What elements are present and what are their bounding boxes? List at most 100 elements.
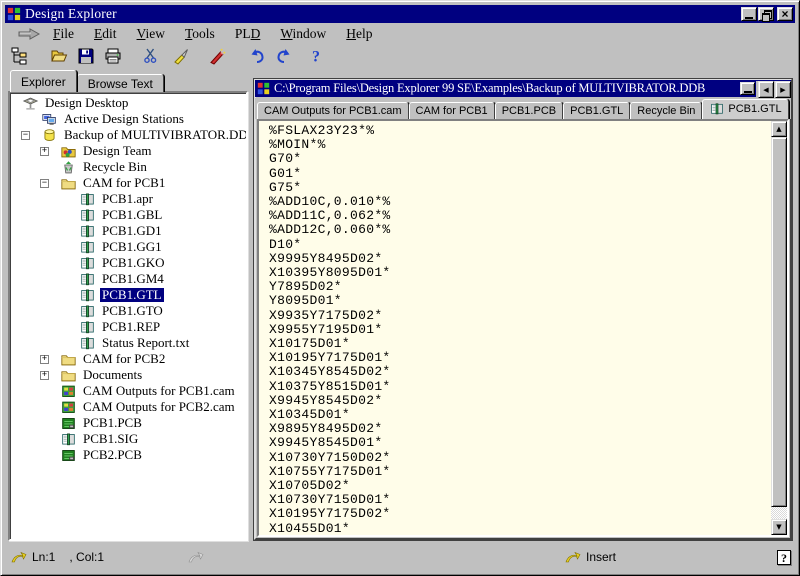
status-bar: Ln:1 , Col:1 Insert ? xyxy=(5,547,795,570)
gerber-line: X10455D01* xyxy=(269,522,771,535)
menu-edit[interactable]: Edit xyxy=(84,25,127,42)
tree-item-pcb1-sig[interactable]: PCB1.SIG xyxy=(10,431,246,447)
gerber-line: X10730Y7150D01* xyxy=(269,493,771,507)
tree-item-status-report-txt[interactable]: Status Report.txt xyxy=(10,335,246,351)
doc-tab-pcb1-gtl[interactable]: PCB1.GTL xyxy=(563,102,630,119)
expand-icon[interactable]: + xyxy=(40,147,49,156)
minimize-button[interactable] xyxy=(741,7,757,21)
text-editor[interactable]: %FSLAX23Y23*%%MOIN*%G70*G01*G75*%ADD10C,… xyxy=(257,119,789,537)
expand-icon[interactable]: + xyxy=(40,371,49,380)
gerber-line: X10175D01* xyxy=(269,337,771,351)
insert-arrow-icon xyxy=(565,550,581,564)
explorer-toggle-button[interactable] xyxy=(7,44,31,68)
tree-item-label: PCB1.apr xyxy=(100,192,155,206)
gerber-line: X10375Y8515D01* xyxy=(269,380,771,394)
menu-view[interactable]: View xyxy=(127,25,175,42)
tree-item-cam-outputs-for-pcb1-cam[interactable]: CAM Outputs for PCB1.cam xyxy=(10,383,246,399)
doc-tab-cam-for-pcb1[interactable]: CAM for PCB1 xyxy=(409,102,495,119)
tab-scroll-left-button[interactable]: ◀ xyxy=(758,81,774,98)
doc-tab-pcb1-gtl-active[interactable]: PCB1.GTL xyxy=(702,99,788,119)
status-help-icon[interactable]: ? xyxy=(777,550,791,565)
open-icon xyxy=(50,47,68,65)
book-icon xyxy=(79,320,96,335)
tree-item-pcb1-gd1[interactable]: PCB1.GD1 xyxy=(10,223,246,239)
doc-tab-recycle-bin[interactable]: Recycle Bin xyxy=(630,102,702,119)
tree-item-pcb1-gko[interactable]: PCB1.GKO xyxy=(10,255,246,271)
tree-item-pcb1-gto[interactable]: PCB1.GTO xyxy=(10,303,246,319)
tab-scroll-right-button[interactable]: ▶ xyxy=(775,81,791,98)
tree-item-recycle-bin[interactable]: Recycle Bin xyxy=(10,159,246,175)
menu-tools[interactable]: Tools xyxy=(175,25,225,42)
pcb-icon xyxy=(60,448,77,463)
cut-button[interactable] xyxy=(139,44,163,68)
tree-item-active-design-stations[interactable]: Active Design Stations xyxy=(10,111,246,127)
scrollbar-thumb[interactable] xyxy=(771,137,787,507)
toolbar: ? xyxy=(5,43,795,68)
vertical-scrollbar[interactable]: ▲ ▼ xyxy=(771,121,787,535)
tab-browse-text[interactable]: Browse Text xyxy=(77,74,164,92)
knife-icon xyxy=(172,47,190,65)
menu-arrow-icon[interactable] xyxy=(17,26,43,42)
expand-icon[interactable]: + xyxy=(40,355,49,364)
menu-help[interactable]: Help xyxy=(336,25,382,42)
doc-tab-pcb1-pcb[interactable]: PCB1.PCB xyxy=(495,102,563,119)
save-button[interactable] xyxy=(74,44,98,68)
undo-button[interactable] xyxy=(245,44,269,68)
book-icon xyxy=(709,102,725,116)
tree-item-pcb1-gm4[interactable]: PCB1.GM4 xyxy=(10,271,246,287)
tree-item-backup-of-multivibrator-ddb[interactable]: − Backup of MULTIVIBRATOR.DDB xyxy=(10,127,246,143)
menu-file[interactable]: File xyxy=(43,25,84,42)
print-button[interactable] xyxy=(101,44,125,68)
tree-item-documents[interactable]: + Documents xyxy=(10,367,246,383)
explorer-tab-bar: ExplorerBrowse Text xyxy=(10,70,164,92)
close-button[interactable]: × xyxy=(777,7,793,21)
help-button[interactable]: ? xyxy=(304,44,328,68)
redo-button[interactable] xyxy=(272,44,296,68)
svg-text:?: ? xyxy=(312,48,320,65)
collapse-icon[interactable]: − xyxy=(40,179,49,188)
title-bar[interactable]: Design Explorer × xyxy=(5,5,795,23)
menu-pld[interactable]: PLD xyxy=(225,25,271,42)
doc-minimize-button[interactable] xyxy=(740,82,755,95)
tree-item-cam-outputs-for-pcb2-cam[interactable]: CAM Outputs for PCB2.cam xyxy=(10,399,246,415)
tree-item-pcb1-pcb[interactable]: PCB1.PCB xyxy=(10,415,246,431)
tree-item-cam-for-pcb2[interactable]: +CAM for PCB2 xyxy=(10,351,246,367)
tree-item-label: Documents xyxy=(81,368,144,382)
insert-status: Insert xyxy=(565,550,616,564)
tree-item-label: PCB1.GKO xyxy=(100,256,167,270)
tree-item-label: Backup of MULTIVIBRATOR.DDB xyxy=(62,128,248,142)
tree-item-label: PCB1.REP xyxy=(100,320,162,334)
knife-button[interactable] xyxy=(169,44,193,68)
tree-item-pcb1-gbl[interactable]: PCB1.GBL xyxy=(10,207,246,223)
scroll-down-button[interactable]: ▼ xyxy=(771,519,787,535)
tree-item-design-team[interactable]: +Design Team xyxy=(10,143,246,159)
status-arrow-gray-icon xyxy=(188,550,204,564)
gerber-line: %MOIN*% xyxy=(269,138,771,152)
folder-icon xyxy=(60,176,77,191)
document-title-bar[interactable]: C:\Program Files\Design Explorer 99 SE\E… xyxy=(255,80,791,97)
tree-item-cam-for-pcb1[interactable]: −CAM for PCB1 xyxy=(10,175,246,191)
tree-item-pcb1-apr[interactable]: PCB1.apr xyxy=(10,191,246,207)
book-icon xyxy=(79,336,96,351)
cam-icon xyxy=(60,400,77,415)
undo-icon xyxy=(248,47,266,65)
tree-item-pcb1-gg1[interactable]: PCB1.GG1 xyxy=(10,239,246,255)
scroll-up-button[interactable]: ▲ xyxy=(771,121,787,137)
tree-item-label: PCB1.PCB xyxy=(81,416,144,430)
doc-tab-cam-outputs-for-pcb1-cam[interactable]: CAM Outputs for PCB1.cam xyxy=(257,102,409,119)
book-icon xyxy=(79,208,96,223)
tree-item-design-desktop[interactable]: Design Desktop xyxy=(10,95,246,111)
tree-item-pcb2-pcb[interactable]: PCB2.PCB xyxy=(10,447,246,463)
collapse-icon[interactable]: − xyxy=(21,131,30,140)
tab-explorer[interactable]: Explorer xyxy=(10,70,77,92)
menu-window[interactable]: Window xyxy=(270,25,336,42)
restore-button[interactable] xyxy=(758,7,774,21)
gerber-line: X9955Y7195D01* xyxy=(269,323,771,337)
wand-button[interactable] xyxy=(205,44,229,68)
tree-item-pcb1-gtl[interactable]: PCB1.GTL xyxy=(10,287,246,303)
tree-item-pcb1-rep[interactable]: PCB1.REP xyxy=(10,319,246,335)
tree-item-label: PCB1.GTL xyxy=(100,288,164,302)
open-button[interactable] xyxy=(47,44,71,68)
gerber-text[interactable]: %FSLAX23Y23*%%MOIN*%G70*G01*G75*%ADD10C,… xyxy=(259,121,771,535)
status-arrow-gray xyxy=(188,550,204,564)
